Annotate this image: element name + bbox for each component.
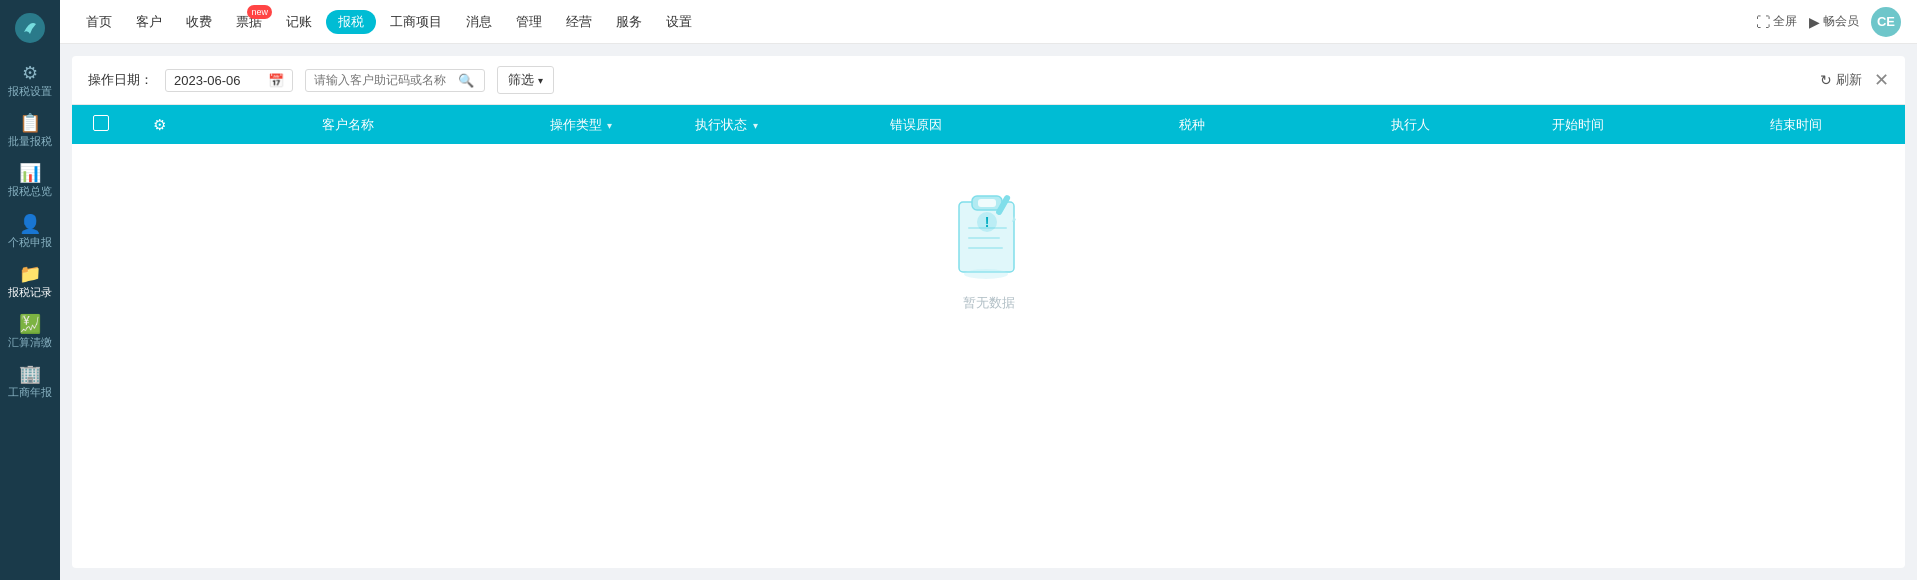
search-input[interactable]: [314, 73, 454, 87]
date-input[interactable]: [174, 73, 264, 88]
top-nav-right: ⛶ 全屏 ▶ 畅会员 CE: [1756, 7, 1901, 37]
table-container: ⚙ 客户名称 操作类型 ▾ 执行状态 ▾: [72, 105, 1905, 568]
col-op-type: 操作类型 ▾: [508, 105, 653, 144]
calendar-icon: 📅: [268, 73, 284, 88]
empty-icon: !: [944, 184, 1034, 284]
sidebar-item-tax-settings[interactable]: ⚙ 报税设置: [0, 56, 60, 106]
nav-customer[interactable]: 客户: [126, 9, 172, 35]
member-icon: ▶: [1809, 14, 1820, 30]
filter-label: 筛选: [508, 71, 534, 89]
close-button[interactable]: ✕: [1874, 71, 1889, 89]
sidebar-item-batch-tax[interactable]: 📋 批量报税: [0, 106, 60, 156]
nav-billing[interactable]: 收费: [176, 9, 222, 35]
search-icon[interactable]: 🔍: [458, 73, 474, 88]
nav-settings[interactable]: 设置: [656, 9, 702, 35]
nav-accounting[interactable]: 记账: [276, 9, 322, 35]
nav-business[interactable]: 工商项目: [380, 9, 452, 35]
user-avatar[interactable]: CE: [1871, 7, 1901, 37]
tax-settings-icon: ⚙: [22, 64, 38, 82]
col-executor: 执行人: [1352, 105, 1468, 144]
sidebar-item-personal-tax[interactable]: 👤 个税申报: [0, 207, 60, 257]
chevron-down-icon: ▾: [538, 75, 543, 86]
nav-service[interactable]: 服务: [606, 9, 652, 35]
col-start-time: 开始时间: [1469, 105, 1687, 144]
annual-report-icon: 🏢: [19, 365, 41, 383]
nav-manage[interactable]: 管理: [506, 9, 552, 35]
sidebar-item-tax-records[interactable]: 📁 报税记录: [0, 257, 60, 307]
col-customer-name: 客户名称: [188, 105, 508, 144]
nav-message[interactable]: 消息: [456, 9, 502, 35]
personal-tax-icon: 👤: [19, 215, 41, 233]
sidebar: ⚙ 报税设置 📋 批量报税 📊 报税总览 👤 个税申报 📁 报税记录 💹 汇算清…: [0, 0, 60, 580]
toolbar: 操作日期： 📅 🔍 筛选 ▾ ↻ 刷新 ✕: [72, 56, 1905, 105]
col-checkbox[interactable]: [72, 105, 130, 144]
col-exec-status: 执行状态 ▾: [654, 105, 799, 144]
sidebar-item-tax-overview[interactable]: 📊 报税总览: [0, 156, 60, 206]
new-badge: new: [247, 5, 272, 19]
svg-rect-3: [978, 199, 996, 207]
app-logo: [12, 10, 48, 46]
top-navigation: 首页 客户 收费 票据 new 记账 报税 工商项目 消息: [60, 0, 1917, 44]
date-label: 操作日期：: [88, 71, 153, 89]
select-all-checkbox[interactable]: [93, 115, 109, 131]
empty-state: ! 暂无数据: [72, 144, 1905, 372]
table-header: ⚙ 客户名称 操作类型 ▾ 执行状态 ▾: [72, 105, 1905, 144]
calc-pay-icon: 💹: [19, 315, 41, 333]
col-end-time: 结束时间: [1687, 105, 1905, 144]
data-table: ⚙ 客户名称 操作类型 ▾ 执行状态 ▾: [72, 105, 1905, 144]
col-gear[interactable]: ⚙: [130, 105, 188, 144]
main-area: 首页 客户 收费 票据 new 记账 报税 工商项目 消息: [60, 0, 1917, 580]
col-tax-type: 税种: [1032, 105, 1352, 144]
member-button[interactable]: ▶ 畅会员: [1809, 13, 1859, 30]
filter-button[interactable]: 筛选 ▾: [497, 66, 554, 94]
refresh-icon: ↻: [1820, 72, 1832, 88]
tax-overview-icon: 📊: [19, 164, 41, 182]
table-card: 操作日期： 📅 🔍 筛选 ▾ ↻ 刷新 ✕: [72, 56, 1905, 568]
fullscreen-icon: ⛶: [1756, 14, 1770, 30]
svg-text:!: !: [984, 214, 989, 230]
tax-records-icon: 📁: [19, 265, 41, 283]
search-box[interactable]: 🔍: [305, 69, 485, 92]
refresh-button[interactable]: ↻ 刷新: [1820, 71, 1862, 89]
empty-text: 暂无数据: [963, 294, 1015, 312]
op-type-filter-icon[interactable]: ▾: [607, 120, 612, 131]
settings-gear-icon[interactable]: ⚙: [153, 116, 166, 133]
batch-tax-icon: 📋: [19, 114, 41, 132]
nav-operation[interactable]: 经营: [556, 9, 602, 35]
nav-home[interactable]: 首页: [76, 9, 122, 35]
page-content: 操作日期： 📅 🔍 筛选 ▾ ↻ 刷新 ✕: [60, 44, 1917, 580]
nav-invoice[interactable]: 票据 new: [226, 9, 272, 35]
sidebar-item-calc-pay[interactable]: 💹 汇算清缴: [0, 307, 60, 357]
col-error-reason: 错误原因: [799, 105, 1032, 144]
date-picker[interactable]: 📅: [165, 69, 293, 92]
fullscreen-button[interactable]: ⛶ 全屏: [1756, 13, 1797, 30]
sidebar-item-annual-report[interactable]: 🏢 工商年报: [0, 357, 60, 407]
nav-tax[interactable]: 报税: [326, 10, 376, 34]
svg-point-11: [964, 269, 1008, 279]
exec-status-filter-icon[interactable]: ▾: [753, 120, 758, 131]
nav-items: 首页 客户 收费 票据 new 记账 报税 工商项目 消息: [76, 9, 1756, 35]
